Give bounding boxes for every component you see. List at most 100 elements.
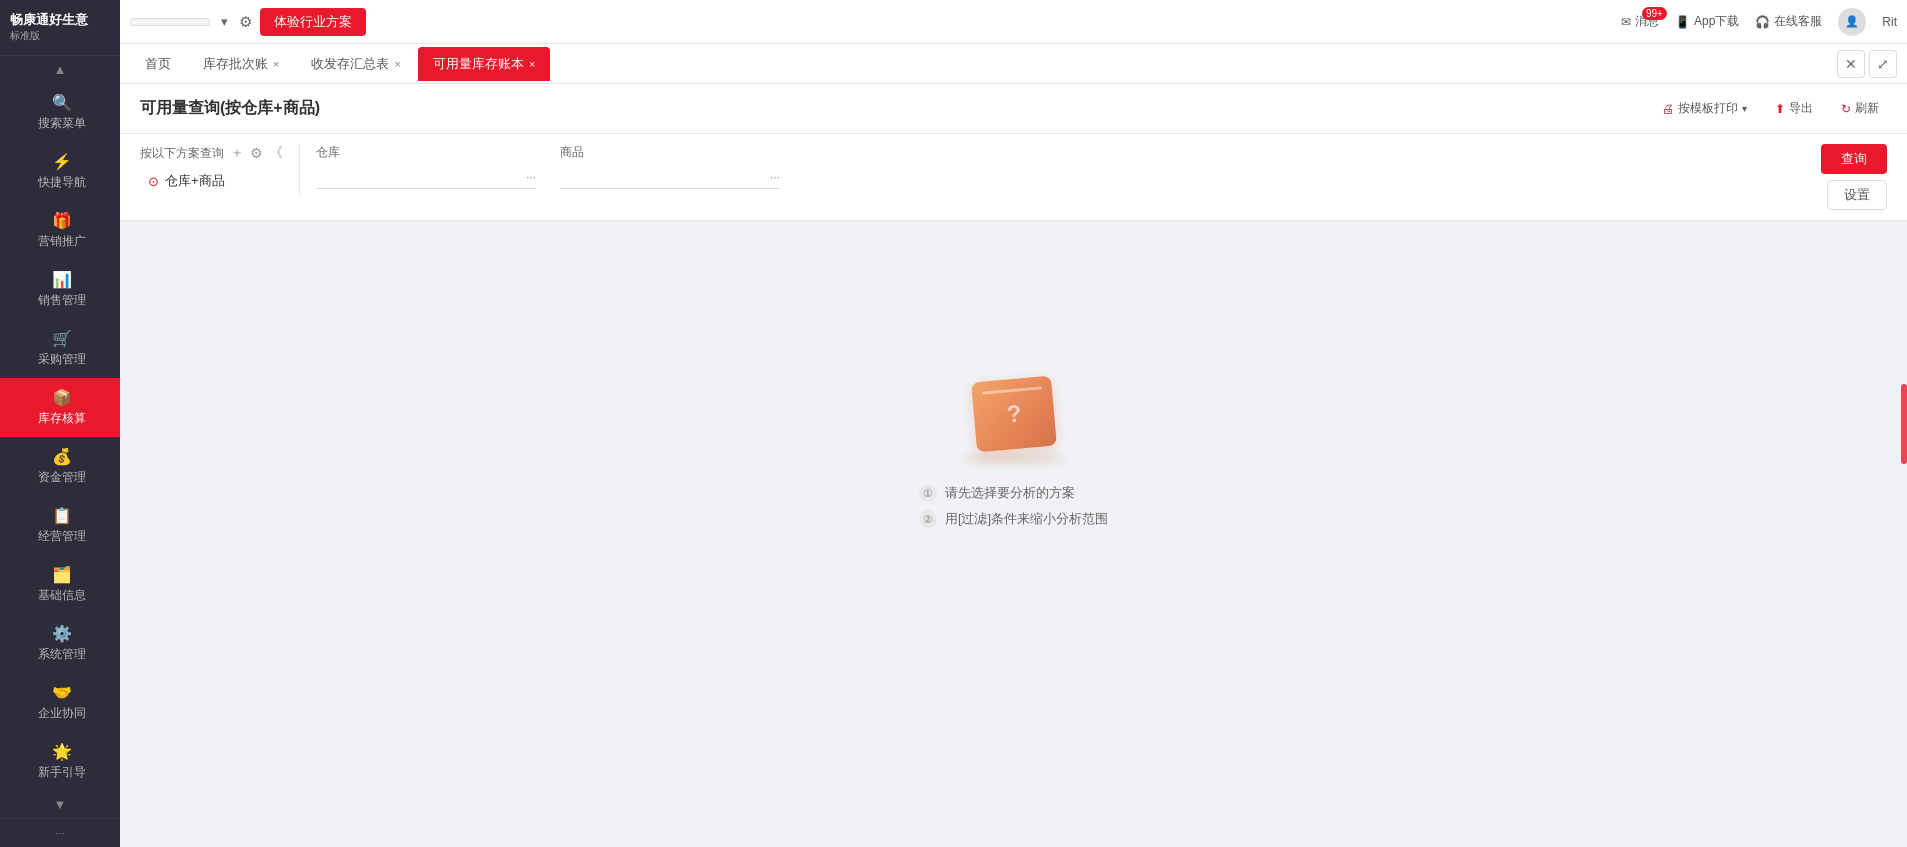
print-dropdown-icon: ▾: [1742, 103, 1747, 114]
scroll-up-btn[interactable]: ▲: [0, 56, 120, 83]
hint-text-2: 用[过滤]条件来缩小分析范围: [945, 510, 1108, 528]
industry-solution-btn[interactable]: 体验行业方案: [260, 8, 366, 36]
tab-home-label: 首页: [145, 55, 171, 73]
filter-scheme-header: 按以下方案查询 ＋ ⚙ 《: [140, 144, 283, 162]
scroll-down-btn[interactable]: ▼: [0, 791, 120, 818]
gear-icon[interactable]: ⚙: [239, 13, 252, 31]
tab-batch-account-close[interactable]: ×: [273, 58, 279, 70]
enterprise-icon: 🤝: [52, 683, 72, 702]
filter-row: 按以下方案查询 ＋ ⚙ 《 ⊙ 仓库+商品 仓库: [140, 144, 1887, 210]
sidebar-bottom-btn[interactable]: ···: [0, 818, 120, 847]
username-label[interactable]: Rit: [1882, 15, 1897, 29]
filter-field-warehouse: 仓库 ···: [316, 144, 536, 189]
sidebar-item-marketing[interactable]: 🎁 营销推广: [0, 201, 120, 260]
sidebar-item-operations[interactable]: 📋 经营管理: [0, 496, 120, 555]
refresh-label: 刷新: [1855, 100, 1879, 117]
empty-hints: ① 请先选择要分析的方案 ② 用[过滤]条件来缩小分析范围: [919, 484, 1108, 528]
main-area: ▾ ⚙ 体验行业方案 ✉ 消息 99+ 📱 App下载 🎧 在线客服 👤 Rit: [120, 0, 1907, 847]
print-btn[interactable]: 🖨 按模板打印 ▾: [1654, 96, 1755, 121]
tab-receipt-summary-close[interactable]: ×: [394, 58, 400, 70]
warehouse-input[interactable]: [316, 169, 522, 184]
new-guide-icon: 🌟: [52, 742, 72, 761]
collapse-scheme-btn[interactable]: 《: [269, 144, 283, 162]
tab-batch-account-label: 库存批次账: [203, 55, 268, 73]
warehouse-field-input-container: ···: [316, 165, 536, 189]
tab-batch-account[interactable]: 库存批次账 ×: [188, 47, 294, 81]
settings-scheme-btn[interactable]: ⚙: [250, 145, 263, 161]
tab-close-all-btn[interactable]: ✕: [1837, 50, 1865, 78]
sidebar-item-label: 基础信息: [38, 587, 86, 604]
scheme-item-icon: ⊙: [148, 174, 159, 189]
tab-receipt-summary[interactable]: 收发存汇总表 ×: [296, 47, 415, 81]
sidebar-item-label: 采购管理: [38, 351, 86, 368]
message-btn[interactable]: ✉ 消息 99+: [1621, 13, 1659, 30]
sidebar-item-system[interactable]: ⚙️ 系统管理: [0, 614, 120, 673]
product-more-btn[interactable]: ···: [770, 170, 780, 184]
empty-state: ① 请先选择要分析的方案 ② 用[过滤]条件来缩小分析范围: [120, 221, 1907, 671]
quick-nav-icon: ⚡: [52, 152, 72, 171]
tab-available-ledger-label: 可用量库存账本: [433, 55, 524, 73]
app-title: 畅康通好生意: [10, 12, 110, 29]
tab-available-ledger[interactable]: 可用量库存账本 ×: [418, 47, 550, 81]
filter-scheme-panel: 按以下方案查询 ＋ ⚙ 《 ⊙ 仓库+商品: [140, 144, 300, 194]
sidebar-item-search[interactable]: 🔍 搜索菜单: [0, 83, 120, 142]
sidebar-item-label: 资金管理: [38, 469, 86, 486]
scheme-warehouse-product[interactable]: ⊙ 仓库+商品: [140, 168, 283, 194]
tabs-actions: ✕ ⤢: [1837, 50, 1897, 78]
tab-receipt-summary-label: 收发存汇总表: [311, 55, 389, 73]
sidebar-item-new-guide[interactable]: 🌟 新手引导: [0, 732, 120, 791]
add-scheme-btn[interactable]: ＋: [230, 144, 244, 162]
breadcrumb-dropdown-btn[interactable]: ▾: [218, 11, 231, 32]
app-logo: 畅康通好生意 标准版: [0, 0, 120, 56]
sidebar-nav: 🔍 搜索菜单 ⚡ 快捷导航 🎁 营销推广 📊 销售管理 🛒 采购管理 📦 库存核…: [0, 83, 120, 791]
avatar-placeholder: 👤: [1845, 15, 1859, 28]
refresh-btn[interactable]: ↻ 刷新: [1833, 96, 1887, 121]
sidebar-item-purchase[interactable]: 🛒 采购管理: [0, 319, 120, 378]
sidebar-item-label: 快捷导航: [38, 174, 86, 191]
sidebar-item-label: 营销推广: [38, 233, 86, 250]
tab-expand-btn[interactable]: ⤢: [1869, 50, 1897, 78]
tab-home[interactable]: 首页: [130, 47, 186, 81]
basic-info-icon: 🗂️: [52, 565, 72, 584]
sidebar: 畅康通好生意 标准版 ▲ 🔍 搜索菜单 ⚡ 快捷导航 🎁 营销推广 📊 销售管理…: [0, 0, 120, 847]
online-service-btn[interactable]: 🎧 在线客服: [1755, 13, 1822, 30]
sidebar-item-enterprise[interactable]: 🤝 企业协同: [0, 673, 120, 732]
warehouse-more-btn[interactable]: ···: [526, 170, 536, 184]
tab-available-ledger-close[interactable]: ×: [529, 58, 535, 70]
hint-num-1: ①: [919, 484, 937, 502]
sidebar-item-label: 销售管理: [38, 292, 86, 309]
filter-fields: 仓库 ··· 商品 ···: [316, 144, 1805, 189]
user-avatar[interactable]: 👤: [1838, 8, 1866, 36]
app-download-label: App下载: [1694, 13, 1739, 30]
system-icon: ⚙️: [52, 624, 72, 643]
operations-icon: 📋: [52, 506, 72, 525]
topbar: ▾ ⚙ 体验行业方案 ✉ 消息 99+ 📱 App下载 🎧 在线客服 👤 Rit: [120, 0, 1907, 44]
sidebar-item-quick-nav[interactable]: ⚡ 快捷导航: [0, 142, 120, 201]
empty-visual: [954, 364, 1074, 464]
sidebar-item-inventory[interactable]: 📦 库存核算: [0, 378, 120, 437]
query-btn[interactable]: 查询: [1821, 144, 1887, 174]
purchase-icon: 🛒: [52, 329, 72, 348]
message-badge: 99+: [1642, 7, 1667, 20]
sidebar-item-finance[interactable]: 💰 资金管理: [0, 437, 120, 496]
filter-field-product: 商品 ···: [560, 144, 780, 189]
sidebar-item-label: 企业协同: [38, 705, 86, 722]
app-download-btn[interactable]: 📱 App下载: [1675, 13, 1739, 30]
topbar-right: ✉ 消息 99+ 📱 App下载 🎧 在线客服 👤 Rit: [1621, 8, 1897, 36]
sidebar-item-sales[interactable]: 📊 销售管理: [0, 260, 120, 319]
sidebar-item-basic-info[interactable]: 🗂️ 基础信息: [0, 555, 120, 614]
sales-icon: 📊: [52, 270, 72, 289]
product-field-input-container: ···: [560, 165, 780, 189]
export-btn[interactable]: ⬆ 导出: [1767, 96, 1821, 121]
settings-btn[interactable]: 设置: [1827, 180, 1887, 210]
finance-icon: 💰: [52, 447, 72, 466]
scheme-item-label: 仓库+商品: [165, 172, 225, 190]
breadcrumb-input[interactable]: [130, 18, 210, 26]
filter-scheme-label: 按以下方案查询: [140, 145, 224, 162]
service-icon: 🎧: [1755, 15, 1770, 29]
export-icon: ⬆: [1775, 102, 1785, 116]
product-input[interactable]: [560, 169, 766, 184]
online-service-label: 在线客服: [1774, 13, 1822, 30]
sidebar-item-label: 库存核算: [38, 410, 86, 427]
marketing-icon: 🎁: [52, 211, 72, 230]
